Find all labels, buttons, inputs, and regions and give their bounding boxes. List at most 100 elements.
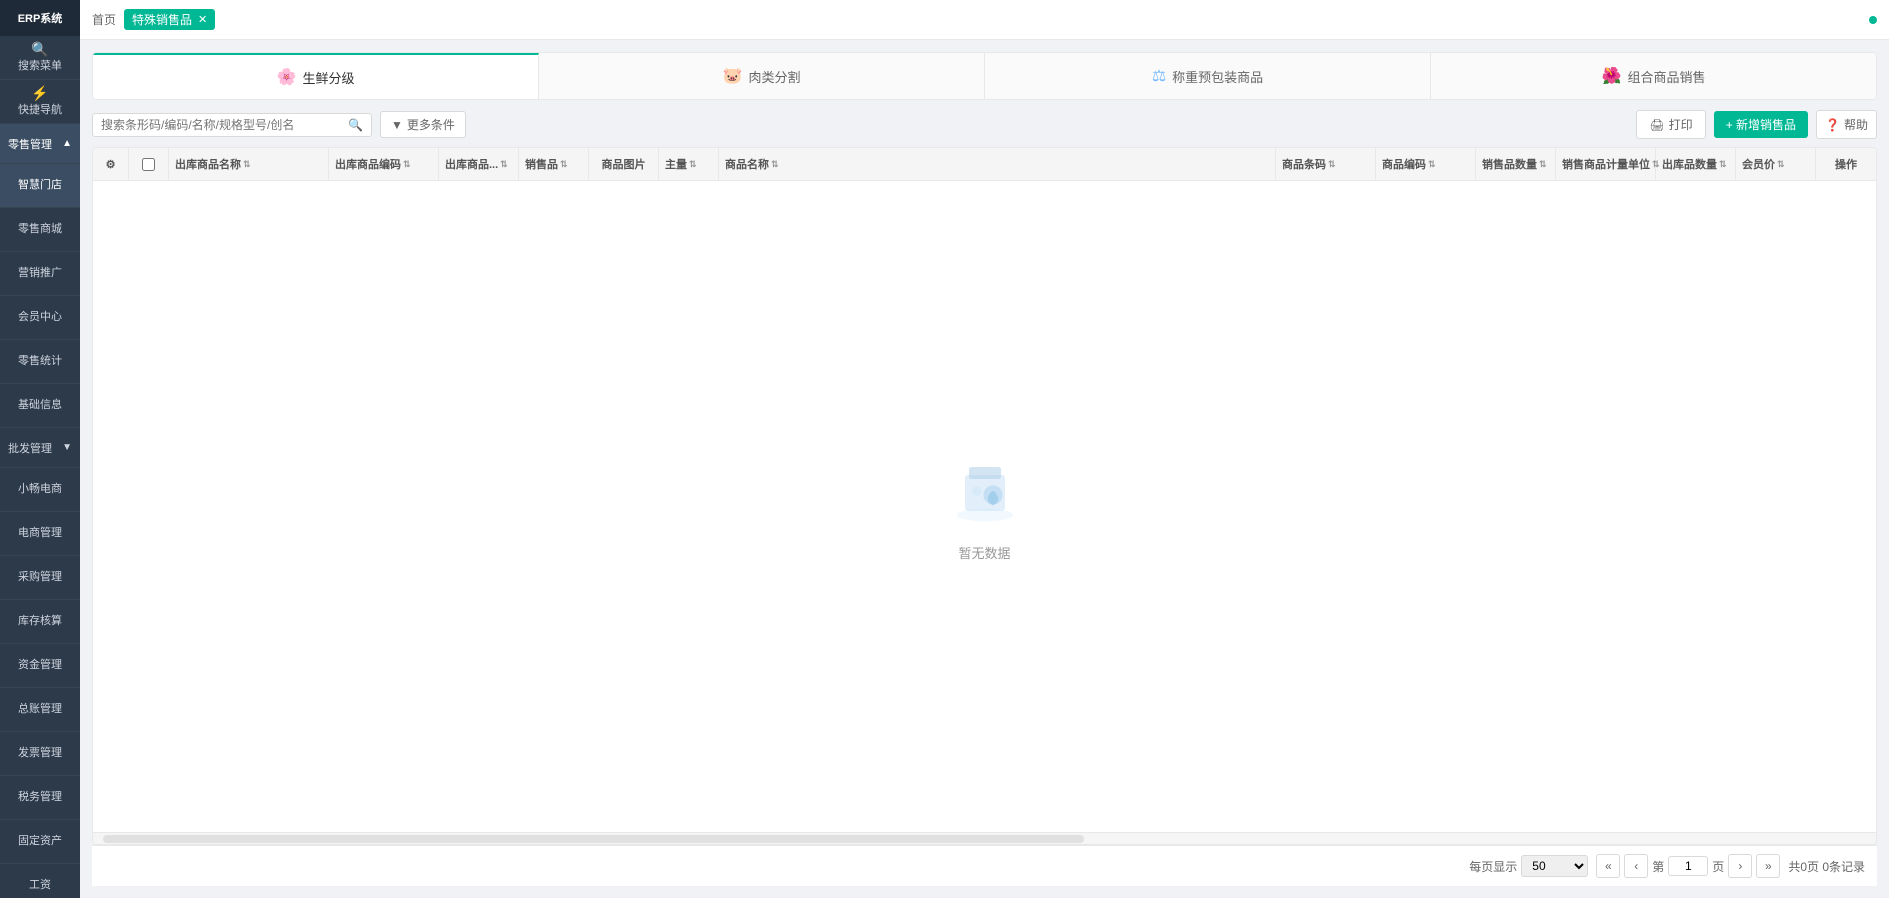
status-indicator — [1869, 16, 1877, 24]
tab-fresh[interactable]: 🌸 生鲜分级 — [93, 53, 539, 99]
sidebar-label-tax-mgmt: 税务管理 — [18, 791, 62, 804]
th-unit-label: 主量 — [665, 156, 687, 172]
th-out-code-label: 出库商品编码 — [335, 156, 401, 172]
app-logo: ERP系统 — [0, 0, 80, 36]
th-out-qty[interactable]: 出库品数量 ⇅ — [1656, 148, 1736, 180]
tab-combo[interactable]: 🌺 组合商品销售 — [1431, 53, 1876, 99]
sidebar-item-sales-promo[interactable]: 营销推广 — [0, 252, 80, 296]
first-page-button[interactable]: « — [1596, 854, 1620, 878]
sidebar-item-wholesale-mgmt[interactable]: 批发管理 ▼ — [0, 428, 80, 468]
page-size-dropdown[interactable]: 10 20 50 100 — [1521, 855, 1588, 877]
sidebar-label-fixed-assets: 固定资产 — [18, 835, 62, 848]
pagination-bar: 每页显示 10 20 50 100 « ‹ 第 页 › » 共0页 0条记录 — [92, 845, 1877, 886]
sort-prod-name-icon: ⇅ — [771, 159, 779, 170]
sidebar-item-member-center[interactable]: 会员中心 — [0, 296, 80, 340]
breadcrumb-close-icon[interactable]: ✕ — [198, 13, 207, 26]
next-page-button[interactable]: › — [1728, 854, 1752, 878]
tab-meat[interactable]: 🐷 肉类分割 — [539, 53, 985, 99]
help-button[interactable]: ❓ 帮助 — [1816, 110, 1877, 139]
quick-nav-icon: ⚡ — [31, 85, 48, 102]
sidebar-item-fund-mgmt[interactable]: 资金管理 — [0, 644, 80, 688]
sidebar-item-search-menu[interactable]: 🔍 搜索菜单 — [0, 36, 80, 80]
th-barcode[interactable]: 商品条码 ⇅ — [1276, 148, 1376, 180]
search-input[interactable] — [101, 118, 348, 132]
th-out-qty-label: 出库品数量 — [1662, 156, 1717, 172]
scrollbar-area[interactable] — [93, 832, 1876, 844]
wholesale-expand-icon: ▼ — [62, 442, 72, 453]
filter-label: 更多条件 — [407, 116, 455, 133]
sidebar-item-retail-mgmt[interactable]: 零售管理 ▲ — [0, 124, 80, 164]
page-total: 共0页 0条记录 — [1788, 858, 1865, 875]
th-sale-unit-label: 销售商品计量单位 — [1562, 156, 1650, 172]
sidebar-item-smart-store[interactable]: 智慧门店 — [0, 164, 80, 208]
th-out-code[interactable]: 出库商品编码 ⇅ — [329, 148, 439, 180]
sidebar-item-inventory-check[interactable]: 库存核算 — [0, 600, 80, 644]
last-page-button[interactable]: » — [1756, 854, 1780, 878]
sort-out-qty-icon: ⇅ — [1719, 159, 1727, 170]
sidebar-label-invoice-mgmt: 发票管理 — [18, 747, 62, 760]
sidebar-item-retail-mall[interactable]: 零售商城 — [0, 208, 80, 252]
sidebar-item-tax-mgmt[interactable]: 税务管理 — [0, 776, 80, 820]
th-unit[interactable]: 主量 ⇅ — [659, 148, 719, 180]
sort-unit-icon: ⇅ — [689, 159, 697, 170]
th-prod-code[interactable]: 商品编码 ⇅ — [1376, 148, 1476, 180]
th-sale-qty-label: 销售品数量 — [1482, 156, 1537, 172]
table-header: ⚙ 出库商品名称 ⇅ 出库商品编码 ⇅ 出库商品... ⇅ — [93, 148, 1876, 181]
sidebar-label-retail-mall: 零售商城 — [18, 223, 62, 236]
th-sale-qty[interactable]: 销售品数量 ⇅ — [1476, 148, 1556, 180]
th-member-price-label: 会员价 — [1742, 156, 1775, 172]
th-sale-label: 销售品 — [525, 156, 558, 172]
print-button[interactable]: 🖨 打印 — [1636, 110, 1705, 139]
sidebar-label-purchase-mgmt: 采购管理 — [18, 571, 62, 584]
th-out-name[interactable]: 出库商品名称 ⇅ — [169, 148, 329, 180]
sidebar-label-ecom-mgmt: 电商管理 — [18, 527, 62, 540]
sidebar-item-quick-nav[interactable]: ⚡ 快捷导航 — [0, 80, 80, 124]
sort-out-code-icon: ⇅ — [403, 159, 411, 170]
th-barcode-label: 商品条码 — [1282, 156, 1326, 172]
tab-scale[interactable]: ⚖ 称重预包装商品 — [985, 53, 1431, 99]
page-label: 第 — [1652, 858, 1664, 875]
sidebar-item-wages[interactable]: 工资 — [0, 864, 80, 898]
th-ops-label: 操作 — [1835, 156, 1857, 172]
th-prod-name-label: 商品名称 — [725, 156, 769, 172]
table-body: 暂无数据 — [93, 181, 1876, 832]
print-icon: 🖨 — [1649, 118, 1664, 132]
retail-mgmt-label: 零售管理 — [8, 136, 52, 152]
sidebar-item-retail-stats[interactable]: 零售统计 — [0, 340, 80, 384]
sidebar-item-invoice-mgmt[interactable]: 发票管理 — [0, 732, 80, 776]
horizontal-scrollbar[interactable] — [103, 835, 1084, 843]
sidebar-label-member-center: 会员中心 — [18, 311, 62, 324]
th-out-sku[interactable]: 出库商品... ⇅ — [439, 148, 519, 180]
prev-page-button[interactable]: ‹ — [1624, 854, 1648, 878]
sidebar-item-fixed-assets[interactable]: 固定资产 — [0, 820, 80, 864]
sidebar-item-ledger-mgmt[interactable]: 总账管理 — [0, 688, 80, 732]
search-icon[interactable]: 🔍 — [348, 118, 363, 132]
sidebar-item-purchase-mgmt[interactable]: 采购管理 — [0, 556, 80, 600]
toolbar-right: 🖨 打印 + 新增销售品 ❓ 帮助 — [1636, 110, 1877, 139]
empty-text: 暂无数据 — [958, 543, 1010, 562]
page-input[interactable] — [1668, 856, 1708, 876]
th-config[interactable]: ⚙ — [93, 148, 129, 180]
sidebar-item-basic-info[interactable]: 基础信息 — [0, 384, 80, 428]
th-sale[interactable]: 销售品 ⇅ — [519, 148, 589, 180]
th-prod-name[interactable]: 商品名称 ⇅ — [719, 148, 1276, 180]
filter-button[interactable]: ▼ 更多条件 — [380, 111, 466, 138]
add-button[interactable]: + 新增销售品 — [1714, 111, 1808, 138]
select-all-checkbox[interactable] — [142, 158, 155, 171]
page-size-select[interactable]: 每页显示 10 20 50 100 — [1469, 855, 1588, 877]
search-box[interactable]: 🔍 — [92, 113, 372, 137]
sidebar-item-mini-ecom[interactable]: 小畅电商 — [0, 468, 80, 512]
page-size-label: 每页显示 — [1469, 858, 1517, 875]
breadcrumb-home[interactable]: 首页 — [92, 11, 116, 28]
th-out-name-label: 出库商品名称 — [175, 156, 241, 172]
th-member-price[interactable]: 会员价 ⇅ — [1736, 148, 1816, 180]
sidebar-item-ecom-mgmt[interactable]: 电商管理 — [0, 512, 80, 556]
sidebar-label-fund-mgmt: 资金管理 — [18, 659, 62, 672]
scale-icon: ⚖ — [1152, 66, 1166, 86]
sidebar-label-retail-stats: 零售统计 — [18, 355, 62, 368]
sidebar: ERP系统 🔍 搜索菜单 ⚡ 快捷导航 零售管理 ▲ 智慧门店 零售商城 营销推… — [0, 0, 80, 898]
th-checkbox[interactable] — [129, 148, 169, 180]
sidebar-label-quick-nav: 快捷导航 — [18, 104, 62, 117]
th-sale-unit[interactable]: 销售商品计量单位 ⇅ — [1556, 148, 1656, 180]
sidebar-label-wages: 工资 — [29, 879, 51, 892]
